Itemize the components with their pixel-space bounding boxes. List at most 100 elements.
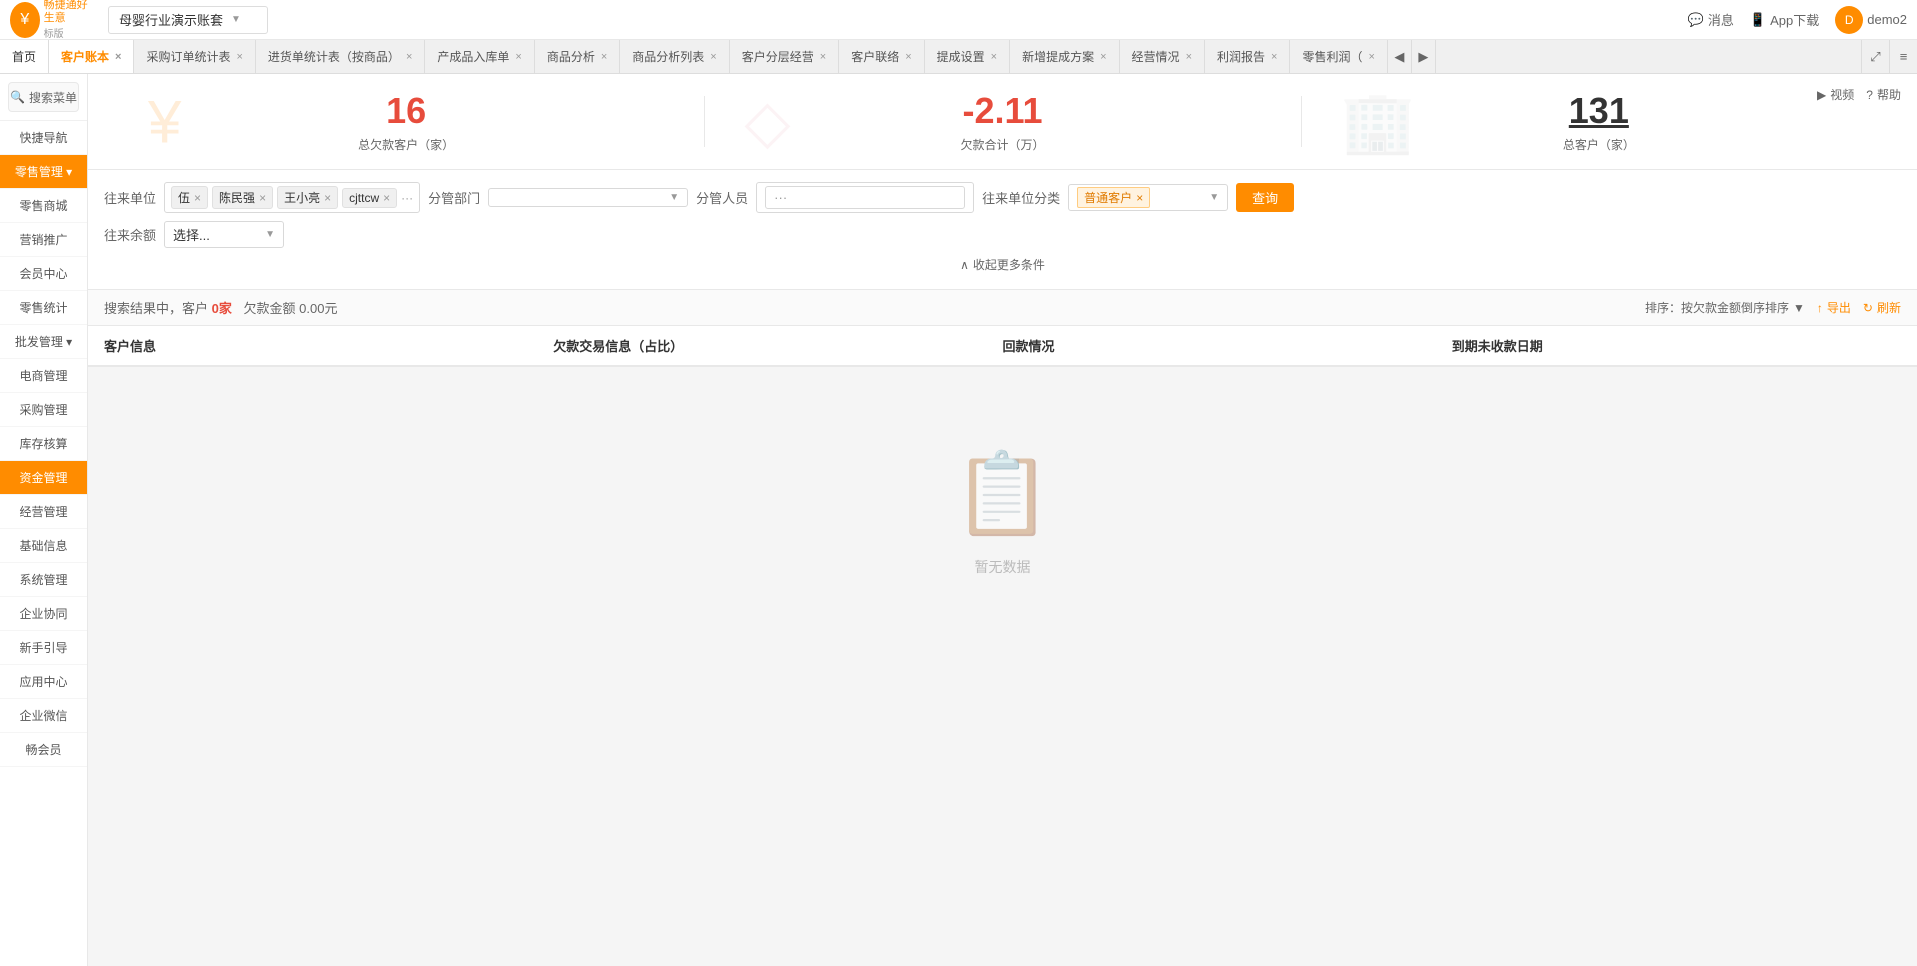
col-due-date: 到期未收款日期 bbox=[1452, 336, 1901, 355]
avatar: D bbox=[1835, 6, 1863, 34]
sidebar-item-retail-stats[interactable]: 零售统计 bbox=[0, 291, 87, 325]
tab-product-in-close[interactable]: × bbox=[515, 51, 521, 63]
stat2-label: 欠款合计（万） bbox=[704, 136, 1300, 153]
filter-tag-chen: 陈民强 × bbox=[212, 186, 273, 209]
sidebar-item-operation[interactable]: 经营管理 bbox=[0, 495, 87, 529]
query-button[interactable]: 查询 bbox=[1236, 183, 1294, 212]
results-count: 搜索结果中，客户 0家 欠款金额 0.00元 bbox=[104, 298, 337, 317]
tab-more[interactable]: ≡ bbox=[1889, 40, 1917, 74]
tab-commission-set-close[interactable]: × bbox=[991, 51, 997, 63]
person-more[interactable]: ··· bbox=[765, 186, 965, 209]
workspace-name: 母婴行业演示账套 bbox=[119, 10, 223, 29]
tab-customer-contact-label: 客户联络 bbox=[851, 48, 899, 65]
tab-goods-in-close[interactable]: × bbox=[406, 51, 412, 63]
stat-total-customers: 🏢 131 总客户（家） bbox=[1301, 90, 1897, 153]
filter-row-2: 往来余额 选择... ▼ bbox=[104, 221, 1901, 248]
video-link[interactable]: ▶ 视频 bbox=[1817, 86, 1854, 103]
sidebar-item-wholesale[interactable]: 批发管理 ▾ bbox=[0, 325, 87, 359]
results-count-value: 0家 bbox=[212, 301, 232, 316]
tab-retail-profit-close[interactable]: × bbox=[1368, 51, 1374, 63]
workspace-selector[interactable]: 母婴行业演示账套 ▼ bbox=[108, 6, 268, 34]
tab-goods-analysis-close[interactable]: × bbox=[601, 51, 607, 63]
tab-goods-analysis-list[interactable]: 商品分析列表 × bbox=[620, 40, 729, 74]
sidebar-item-member2[interactable]: 畅会员 bbox=[0, 733, 87, 767]
tab-profit-report[interactable]: 利润报告 × bbox=[1205, 40, 1290, 74]
tab-profit-report-close[interactable]: × bbox=[1271, 51, 1277, 63]
tab-commission-add[interactable]: 新增提成方案 × bbox=[1010, 40, 1119, 74]
export-button[interactable]: ↑ 导出 bbox=[1817, 299, 1851, 316]
tab-customer-ledger[interactable]: 客户账本 × bbox=[49, 40, 134, 74]
tab-maximize[interactable]: ⤢ bbox=[1861, 40, 1889, 74]
tab-goods-in-label: 进货单统计表（按商品） bbox=[268, 48, 400, 65]
tab-customer-layer[interactable]: 客户分层经营 × bbox=[730, 40, 839, 74]
tab-customer-layer-close[interactable]: × bbox=[820, 51, 826, 63]
person-input[interactable]: ··· bbox=[756, 182, 974, 213]
logo: ¥ 畅捷通好生意 标版 bbox=[10, 0, 98, 40]
tab-nav-right[interactable]: ▶ bbox=[1412, 40, 1436, 74]
help-link[interactable]: ? 帮助 bbox=[1866, 86, 1901, 103]
sidebar-item-system[interactable]: 系统管理 bbox=[0, 563, 87, 597]
message-label: 消息 bbox=[1708, 10, 1734, 29]
search-icon: 🔍 bbox=[10, 90, 25, 104]
sidebar-item-marketing[interactable]: 营销推广 bbox=[0, 223, 87, 257]
tab-commission-add-close[interactable]: × bbox=[1100, 51, 1106, 63]
sidebar-item-finance[interactable]: 资金管理 bbox=[0, 461, 87, 495]
filter-more-tags[interactable]: ··· bbox=[401, 191, 413, 205]
col-owing-info: 欠款交易信息（占比） bbox=[553, 336, 1002, 355]
sidebar-item-basic-info[interactable]: 基础信息 bbox=[0, 529, 87, 563]
tab-commission-set-label: 提成设置 bbox=[937, 48, 985, 65]
tab-customer-contact-close[interactable]: × bbox=[905, 51, 911, 63]
tab-goods-in[interactable]: 进货单统计表（按商品） × bbox=[256, 40, 425, 74]
refresh-icon: ↻ bbox=[1863, 301, 1873, 315]
sidebar-item-wechat[interactable]: 企业微信 bbox=[0, 699, 87, 733]
sidebar-item-inventory[interactable]: 库存核算 bbox=[0, 427, 87, 461]
sidebar-item-retail[interactable]: 零售管理 ▾ bbox=[0, 155, 87, 189]
tab-goods-analysis-list-close[interactable]: × bbox=[710, 51, 716, 63]
sort-label: 排序：按欠款金额倒序排序 ▼ bbox=[1645, 299, 1805, 316]
tab-purchase-order[interactable]: 采购订单统计表 × bbox=[134, 40, 255, 74]
results-info: 搜索结果中，客户 0家 欠款金额 0.00元 排序：按欠款金额倒序排序 ▼ ↑ … bbox=[88, 290, 1917, 326]
sidebar-item-retail-mall[interactable]: 零售商城 bbox=[0, 189, 87, 223]
dept-arrow: ▼ bbox=[669, 192, 679, 203]
stats-bar: ¥ 16 总欠款客户（家） ◇ -2.11 欠款合计（万） 🏢 131 总客户（… bbox=[88, 74, 1917, 170]
stat3-bg-icon: 🏢 bbox=[1341, 86, 1416, 157]
sidebar-item-purchase[interactable]: 采购管理 bbox=[0, 393, 87, 427]
filter-tag-wang-close[interactable]: × bbox=[324, 191, 331, 205]
sidebar-item-app-center[interactable]: 应用中心 bbox=[0, 665, 87, 699]
tab-home[interactable]: 首页 bbox=[0, 40, 49, 74]
balance-arrow: ▼ bbox=[265, 229, 275, 240]
app-download-button[interactable]: 📱 App下载 bbox=[1750, 10, 1819, 29]
tab-business-close[interactable]: × bbox=[1186, 51, 1192, 63]
tab-business[interactable]: 经营情况 × bbox=[1120, 40, 1205, 74]
client-type-close[interactable]: × bbox=[1136, 191, 1143, 205]
sidebar-item-member[interactable]: 会员中心 bbox=[0, 257, 87, 291]
sidebar-item-enterprise[interactable]: 企业协同 bbox=[0, 597, 87, 631]
tab-product-in[interactable]: 产成品入库单 × bbox=[425, 40, 534, 74]
unit-type-arrow: ▼ bbox=[1209, 192, 1219, 203]
user-menu[interactable]: D demo2 bbox=[1835, 6, 1907, 34]
refresh-button[interactable]: ↻ 刷新 bbox=[1863, 299, 1901, 316]
stat2-bg-icon: ◇ bbox=[744, 87, 790, 157]
message-button[interactable]: 💬 消息 bbox=[1688, 10, 1734, 29]
client-type-tag: 普通客户 × bbox=[1077, 187, 1150, 208]
tab-nav-left[interactable]: ◀ bbox=[1388, 40, 1412, 74]
search-menu-button[interactable]: 🔍 搜索菜单 bbox=[8, 82, 79, 112]
tab-bar: 首页 客户账本 × 采购订单统计表 × 进货单统计表（按商品） × 产成品入库单… bbox=[0, 40, 1917, 74]
unit-type-select[interactable]: 普通客户 × ▼ bbox=[1068, 184, 1228, 211]
tab-customer-ledger-close[interactable]: × bbox=[115, 51, 121, 63]
dept-select[interactable]: ▼ bbox=[488, 188, 688, 207]
filter-tag-wu-close[interactable]: × bbox=[194, 191, 201, 205]
balance-select[interactable]: 选择... ▼ bbox=[164, 221, 284, 248]
stat-owing-amount: ◇ -2.11 欠款合计（万） bbox=[704, 90, 1300, 153]
tab-home-label: 首页 bbox=[12, 48, 36, 65]
filter-tag-chen-close[interactable]: × bbox=[259, 191, 266, 205]
tab-customer-contact[interactable]: 客户联络 × bbox=[839, 40, 924, 74]
tab-retail-profit[interactable]: 零售利润（ × bbox=[1290, 40, 1387, 74]
tab-commission-set[interactable]: 提成设置 × bbox=[925, 40, 1010, 74]
sidebar-item-ecommerce[interactable]: 电商管理 bbox=[0, 359, 87, 393]
sidebar-item-newbie[interactable]: 新手引导 bbox=[0, 631, 87, 665]
collapse-button[interactable]: ∧ 收起更多条件 bbox=[960, 256, 1045, 273]
tab-goods-analysis[interactable]: 商品分析 × bbox=[535, 40, 620, 74]
tab-purchase-order-close[interactable]: × bbox=[236, 51, 242, 63]
filter-tag-cjttcw-close[interactable]: × bbox=[383, 191, 390, 205]
